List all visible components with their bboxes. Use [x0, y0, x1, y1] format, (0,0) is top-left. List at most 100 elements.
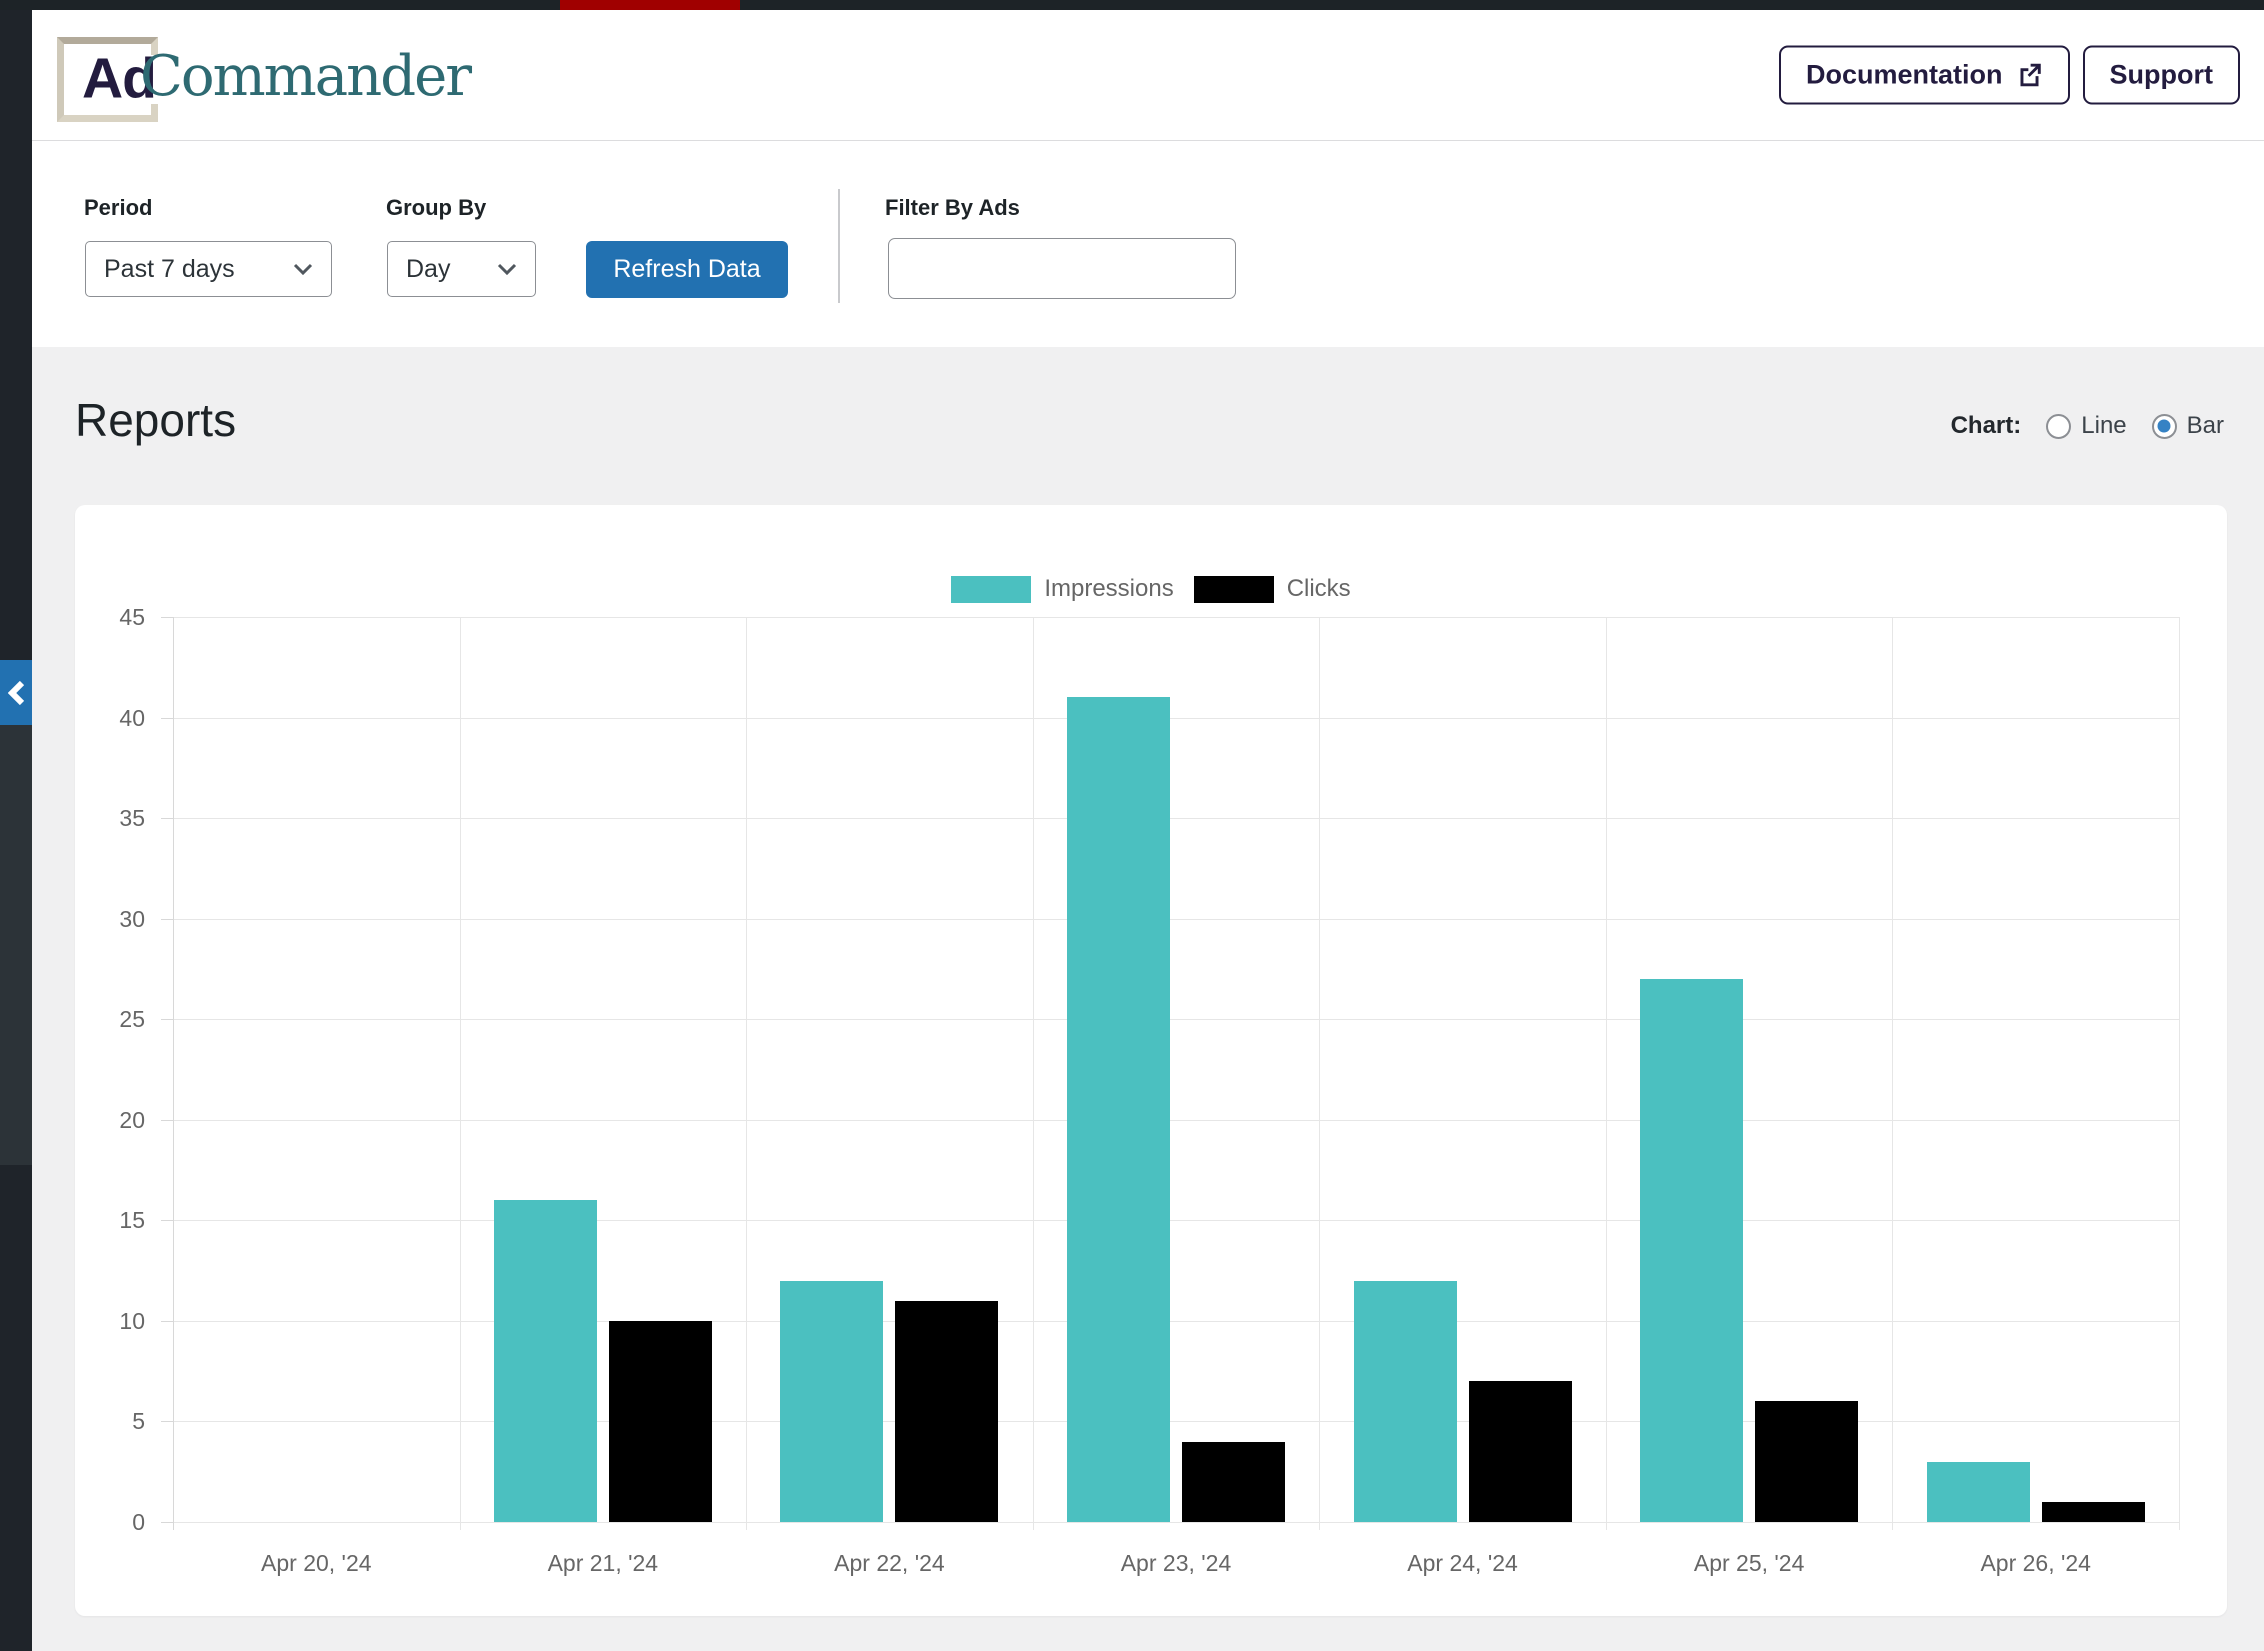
- legend-swatch-clicks: [1193, 575, 1274, 603]
- y-axis-label: 30: [119, 905, 145, 932]
- filter-bar: Period Past 7 days Group By Day Refresh …: [32, 141, 2264, 347]
- gridline-horizontal: [173, 918, 2179, 920]
- documentation-button[interactable]: Documentation: [1779, 45, 2070, 105]
- bar-clicks-4: [1182, 1441, 1285, 1522]
- gridline-horizontal: [173, 617, 2179, 618]
- y-axis-tick: [161, 617, 173, 618]
- chart-type-toggle: Chart: Line Bar: [1951, 412, 2224, 440]
- filter-divider: [838, 189, 840, 303]
- filter-by-ads-label: Filter By Ads: [885, 195, 1020, 220]
- group-by-select-value: Day: [406, 254, 451, 283]
- bar-impressions-6: [1640, 979, 1744, 1522]
- gridline-horizontal: [173, 1119, 2179, 1121]
- bar-impressions-2: [493, 1200, 597, 1522]
- y-axis-label: 45: [119, 604, 145, 630]
- gridline-horizontal: [173, 1421, 2179, 1423]
- x-axis-label: Apr 20, '24: [261, 1550, 372, 1576]
- gridline-horizontal: [173, 717, 2179, 719]
- gridline-vertical: [1605, 617, 1607, 1530]
- y-axis-line: [173, 617, 174, 1530]
- bar-clicks-5: [1468, 1381, 1572, 1522]
- legend-item-clicks[interactable]: Clicks: [1193, 575, 1351, 603]
- gridline-vertical: [1032, 617, 1034, 1530]
- y-axis-tick: [161, 1019, 173, 1021]
- gridline-vertical: [2179, 617, 2180, 1530]
- y-axis-tick: [161, 818, 173, 820]
- reports-section: Reports Chart: Line Bar Impressions Click…: [32, 347, 2264, 1651]
- x-axis-label: Apr 26, '24: [1980, 1550, 2091, 1576]
- bar-impressions-4: [1067, 697, 1170, 1522]
- y-axis-tick: [161, 918, 173, 920]
- logo-text-commander: Commander: [140, 44, 472, 109]
- chart-toggle-label: Chart:: [1950, 412, 2022, 439]
- radio-line[interactable]: [2046, 413, 2072, 439]
- bar-clicks-7: [2041, 1501, 2145, 1522]
- sidebar-lower-segment: [0, 725, 32, 1165]
- sidebar-current-menu-item[interactable]: [0, 660, 32, 725]
- page-title: Reports: [75, 394, 237, 446]
- gridline-vertical: [1892, 617, 1894, 1530]
- gridline-horizontal: [173, 1522, 2179, 1523]
- gridline-horizontal: [173, 1019, 2179, 1021]
- radio-bar[interactable]: [2151, 413, 2177, 439]
- gridline-horizontal: [173, 1320, 2179, 1322]
- chevron-down-icon: [497, 263, 517, 275]
- radio-line-label: Line: [2081, 412, 2127, 439]
- y-axis-tick: [161, 1220, 173, 1222]
- bar-clicks-2: [608, 1320, 712, 1522]
- y-axis-tick: [161, 717, 173, 719]
- adcommander-logo: Ad Commander: [57, 36, 472, 122]
- legend-swatch-impressions: [951, 575, 1032, 603]
- admin-top-bar: [0, 0, 2264, 10]
- chart-type-bar-option[interactable]: Bar: [2151, 412, 2224, 440]
- filter-by-ads-input[interactable]: [888, 238, 1236, 299]
- y-axis-label: 40: [119, 704, 145, 731]
- legend-item-impressions[interactable]: Impressions: [951, 575, 1174, 603]
- period-label: Period: [84, 195, 153, 220]
- gridline-vertical: [459, 617, 461, 1530]
- y-axis-tick: [161, 1320, 173, 1322]
- bar-clicks-6: [1755, 1401, 1859, 1522]
- chart-legend: Impressions Clicks: [75, 575, 2227, 603]
- support-button-label: Support: [2109, 59, 2213, 90]
- legend-label-clicks: Clicks: [1286, 575, 1351, 602]
- y-axis-tick: [161, 1421, 173, 1423]
- gridline-vertical: [746, 617, 748, 1530]
- chart-type-line-option[interactable]: Line: [2046, 412, 2127, 440]
- bar-clicks-3: [895, 1300, 999, 1522]
- header-buttons: Documentation Support: [1779, 45, 2240, 105]
- gridline-horizontal: [173, 818, 2179, 820]
- gridline-horizontal: [173, 1220, 2179, 1222]
- wp-admin-sidebar: [0, 10, 32, 1651]
- bar-chart-plot: 0 5 10 15 20 25 30 35 40 45 Apr 20, '24 Apr 21, '24…: [119, 604, 2180, 1576]
- y-axis-label: 20: [119, 1106, 145, 1133]
- documentation-button-label: Documentation: [1806, 59, 2003, 90]
- x-axis-label: Apr 24, '24: [1407, 1550, 1518, 1576]
- y-axis-label: 10: [119, 1307, 145, 1334]
- y-axis-label: 0: [132, 1509, 145, 1535]
- y-axis-tick: [161, 1522, 173, 1523]
- bar-impressions-5: [1353, 1280, 1457, 1522]
- collapse-menu-icon: [8, 680, 24, 705]
- refresh-data-button[interactable]: Refresh Data: [586, 241, 788, 298]
- y-axis-label: 25: [119, 1006, 145, 1033]
- header: Ad Commander Documentation Support: [32, 10, 2264, 141]
- x-axis-label: Apr 21, '24: [547, 1550, 659, 1576]
- period-select[interactable]: Past 7 days: [85, 241, 332, 297]
- x-axis-label: Apr 25, '24: [1693, 1550, 1805, 1576]
- bar-impressions-7: [1926, 1461, 2030, 1522]
- y-axis-label: 35: [119, 805, 145, 832]
- y-axis-tick: [161, 1119, 173, 1121]
- period-select-value: Past 7 days: [104, 254, 235, 283]
- y-axis-label: 5: [132, 1408, 145, 1435]
- gridline-vertical: [1319, 617, 1321, 1530]
- bar-impressions-3: [780, 1280, 884, 1522]
- legend-label-impressions: Impressions: [1044, 575, 1174, 602]
- radio-bar-label: Bar: [2186, 412, 2224, 439]
- support-button[interactable]: Support: [2082, 45, 2240, 105]
- group-by-select[interactable]: Day: [387, 241, 536, 297]
- admin-top-bar-red-segment: [560, 0, 740, 10]
- external-link-icon: [2020, 63, 2041, 87]
- report-chart-card: Impressions Clicks 0 5 10 15 20 25 30 35 40 45 Apr …: [75, 505, 2227, 1616]
- x-axis-label: Apr 22, '24: [834, 1550, 945, 1576]
